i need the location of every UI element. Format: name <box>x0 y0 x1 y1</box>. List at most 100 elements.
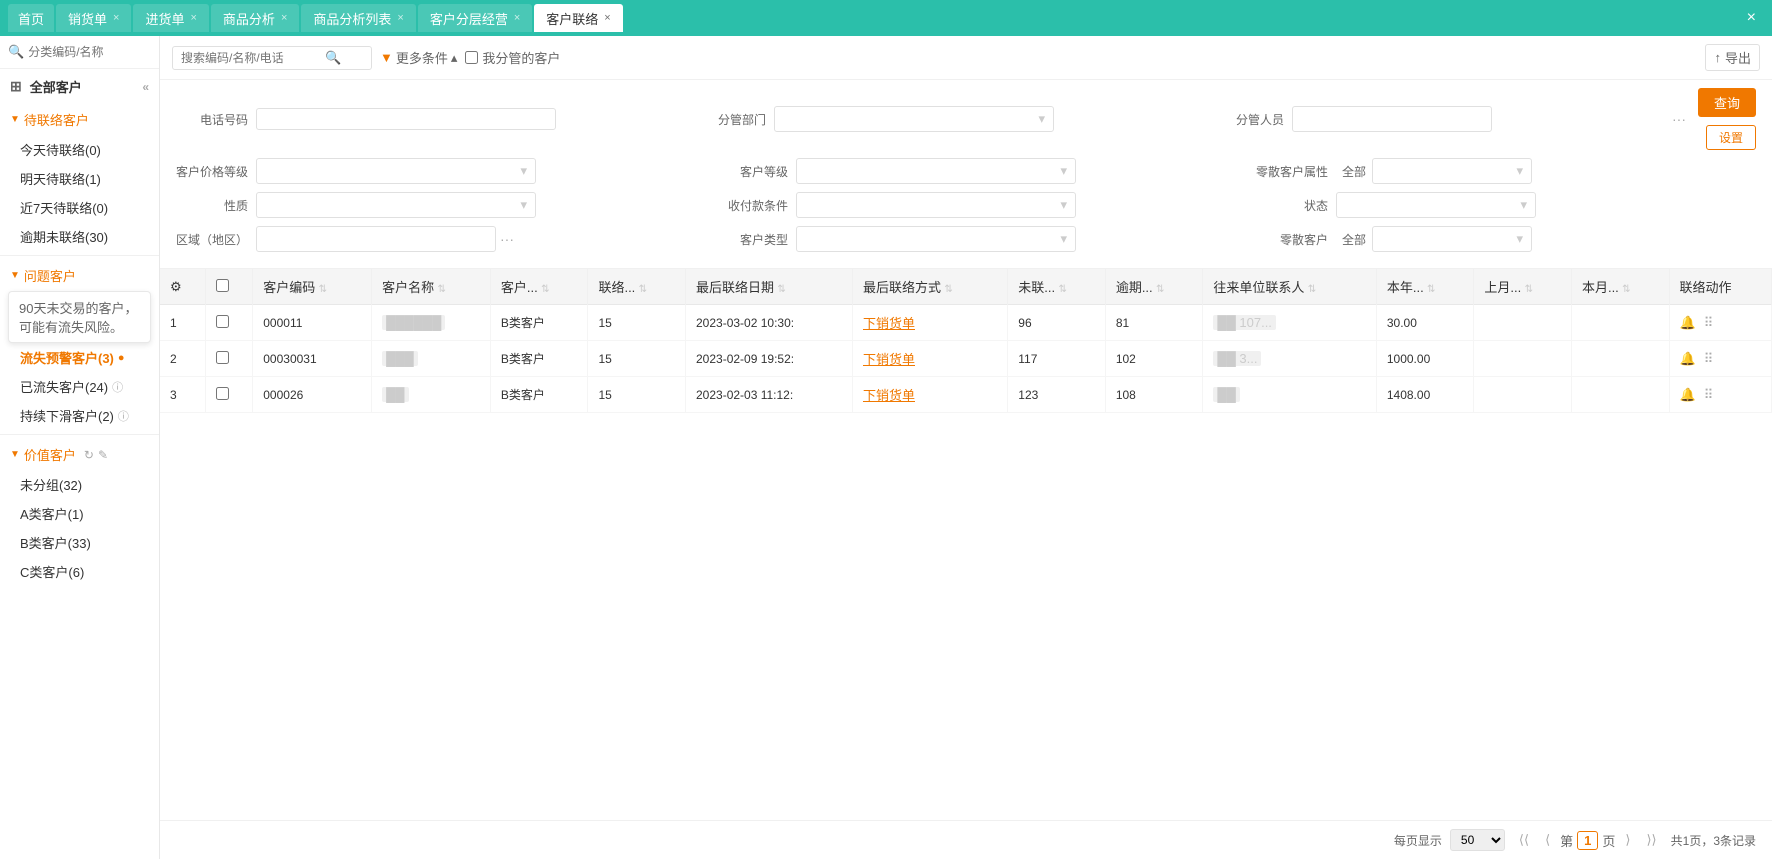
row3-checkbox[interactable] <box>205 377 253 413</box>
col-actions: 联络动作 <box>1669 269 1772 305</box>
sidebar-item-a-class[interactable]: A类客户(1) <box>0 499 159 528</box>
row3-method-link[interactable]: 下销货单 <box>863 388 915 403</box>
row2-action-phone-icon[interactable]: 🔔 <box>1680 351 1696 367</box>
row1-select[interactable] <box>216 315 229 328</box>
region-dots[interactable]: ··· <box>496 231 518 247</box>
retail-customer-chevron-icon <box>1516 231 1523 247</box>
last-page-btn[interactable]: ⟩⟩ <box>1640 830 1662 850</box>
row1-last-method[interactable]: 下销货单 <box>852 305 1007 341</box>
sidebar-problem-title[interactable]: ▼ 问题客户 <box>0 260 159 291</box>
filter-dept-select[interactable] <box>774 106 1054 132</box>
more-filter-btn[interactable]: ▼ 更多条件 <box>380 48 457 67</box>
contact-person-sort-icon[interactable]: ⇅ <box>1308 284 1316 295</box>
sidebar-item-churn-warning[interactable]: 流失预警客户(3) ● <box>0 343 159 372</box>
row3-action-phone-icon[interactable]: 🔔 <box>1680 387 1696 403</box>
export-btn[interactable]: ↑ 导出 <box>1705 44 1760 71</box>
last-method-sort-icon[interactable]: ⇅ <box>944 284 952 295</box>
row1-action-phone-icon[interactable]: 🔔 <box>1680 315 1696 331</box>
tab-customer-contact-close[interactable]: × <box>604 12 610 24</box>
filter-customer-level-select[interactable] <box>796 158 1076 184</box>
per-page-select[interactable]: 50 100 200 <box>1450 829 1505 851</box>
filter-phone-input[interactable] <box>256 108 556 130</box>
filter-retail-attr-select[interactable] <box>1372 158 1532 184</box>
tab-product-list-close[interactable]: × <box>397 12 403 24</box>
tab-sales-close[interactable]: × <box>113 12 119 24</box>
filter-status-select[interactable] <box>1336 192 1536 218</box>
select-all-checkbox[interactable] <box>216 279 229 292</box>
sidebar-item-lost[interactable]: 已流失客户(24) ⓘ <box>0 372 159 401</box>
sidebar-item-overdue[interactable]: 逾期未联络(30) <box>0 222 159 251</box>
row3-action-more-icon[interactable]: ⠿ <box>1704 387 1714 403</box>
tab-purchase-close[interactable]: × <box>190 12 196 24</box>
row1-method-link[interactable]: 下销货单 <box>863 316 915 331</box>
tab-customer-contact[interactable]: 客户联络 × <box>534 4 622 32</box>
this-month-sort-icon[interactable]: ⇅ <box>1622 284 1630 295</box>
row3-last-method[interactable]: 下销货单 <box>852 377 1007 413</box>
edit-icon[interactable]: ✎ <box>98 448 108 462</box>
next-page-btn[interactable]: ⟩ <box>1619 830 1636 850</box>
tab-customer-layer[interactable]: 客户分层经营 × <box>418 4 532 32</box>
tab-customer-layer-close[interactable]: × <box>514 12 520 24</box>
row2-select[interactable] <box>216 351 229 364</box>
sidebar-value-title[interactable]: ▼ 价值客户 ↻ ✎ <box>0 439 159 470</box>
prev-page-btn[interactable]: ⟨ <box>1539 830 1556 850</box>
query-button[interactable]: 查询 <box>1698 88 1756 117</box>
col-settings[interactable]: ⚙ <box>160 269 205 305</box>
sidebar-item-7days[interactable]: 近7天待联络(0) <box>0 193 159 222</box>
last-month-sort-icon[interactable]: ⇅ <box>1525 284 1533 295</box>
refresh-icon[interactable]: ↻ <box>84 448 94 462</box>
tab-sales[interactable]: 销货单 × <box>56 4 131 32</box>
tab-product-analysis-close[interactable]: × <box>281 12 287 24</box>
manager-dots[interactable]: ··· <box>1668 111 1690 127</box>
type-sort-icon[interactable]: ⇅ <box>541 284 549 295</box>
sidebar-item-tomorrow[interactable]: 明天待联络(1) <box>0 164 159 193</box>
sidebar-item-c-class[interactable]: C类客户(6) <box>0 557 159 586</box>
this-year-sort-icon[interactable]: ⇅ <box>1427 284 1435 295</box>
row2-action-more-icon[interactable]: ⠿ <box>1704 351 1714 367</box>
row3-last-month <box>1474 377 1572 413</box>
row3-select[interactable] <box>216 387 229 400</box>
overdue-sort-icon[interactable]: ⇅ <box>1156 284 1164 295</box>
row2-method-link[interactable]: 下销货单 <box>863 352 915 367</box>
my-customers-checkbox-label[interactable]: 我分管的客户 <box>465 48 560 67</box>
filter-region-select[interactable] <box>256 226 496 252</box>
contact-sort-icon[interactable]: ⇅ <box>639 284 647 295</box>
sidebar-collapse-icon[interactable]: « <box>142 80 149 94</box>
no-contact-sort-icon[interactable]: ⇅ <box>1058 284 1066 295</box>
row1-checkbox[interactable] <box>205 305 253 341</box>
sidebar-all-customers[interactable]: ⊞ 全部客户 « <box>0 69 159 104</box>
row2-last-method[interactable]: 下销货单 <box>852 341 1007 377</box>
col-code: 客户编码 ⇅ <box>253 269 372 305</box>
my-customers-checkbox[interactable] <box>465 51 478 64</box>
tab-purchase[interactable]: 进货单 × <box>133 4 208 32</box>
col-checkbox[interactable] <box>205 269 253 305</box>
sidebar-item-declining[interactable]: 持续下滑客户(2) ⓘ <box>0 401 159 430</box>
last-date-sort-icon[interactable]: ⇅ <box>777 284 785 295</box>
close-all-icon[interactable]: × <box>1739 9 1764 27</box>
sidebar-group-pending[interactable]: ▼ 待联络客户 <box>0 104 159 135</box>
filter-payment-select[interactable] <box>796 192 1076 218</box>
search-input[interactable] <box>181 51 321 65</box>
row2-checkbox[interactable] <box>205 341 253 377</box>
filter-price-level-select[interactable] <box>256 158 536 184</box>
first-page-btn[interactable]: ⟨⟨ <box>1513 830 1535 850</box>
name-sort-icon[interactable]: ⇅ <box>437 284 445 295</box>
sidebar-item-today[interactable]: 今天待联络(0) <box>0 135 159 164</box>
search-trigger-icon[interactable]: 🔍 <box>325 50 341 66</box>
settings-icon[interactable]: ⚙ <box>170 279 182 294</box>
set-button[interactable]: 设置 <box>1706 125 1756 150</box>
filter-manager-select[interactable] <box>1292 106 1492 132</box>
filter-customer-type-select[interactable] <box>796 226 1076 252</box>
filter-customer-level-label: 客户等级 <box>716 163 796 180</box>
code-sort-icon[interactable]: ⇅ <box>319 284 327 295</box>
sidebar-item-b-class[interactable]: B类客户(33) <box>0 528 159 557</box>
tab-product-analysis[interactable]: 商品分析 × <box>211 4 299 32</box>
col-last-month-label: 上月... <box>1484 280 1521 295</box>
tab-product-list[interactable]: 商品分析列表 × <box>301 4 415 32</box>
sidebar-search-input[interactable] <box>28 45 160 59</box>
sidebar-item-ungroup[interactable]: 未分组(32) <box>0 470 159 499</box>
filter-nature-select[interactable] <box>256 192 536 218</box>
tab-home[interactable]: 首页 <box>8 4 54 32</box>
filter-retail-customer-select[interactable] <box>1372 226 1532 252</box>
row1-action-more-icon[interactable]: ⠿ <box>1704 315 1714 331</box>
